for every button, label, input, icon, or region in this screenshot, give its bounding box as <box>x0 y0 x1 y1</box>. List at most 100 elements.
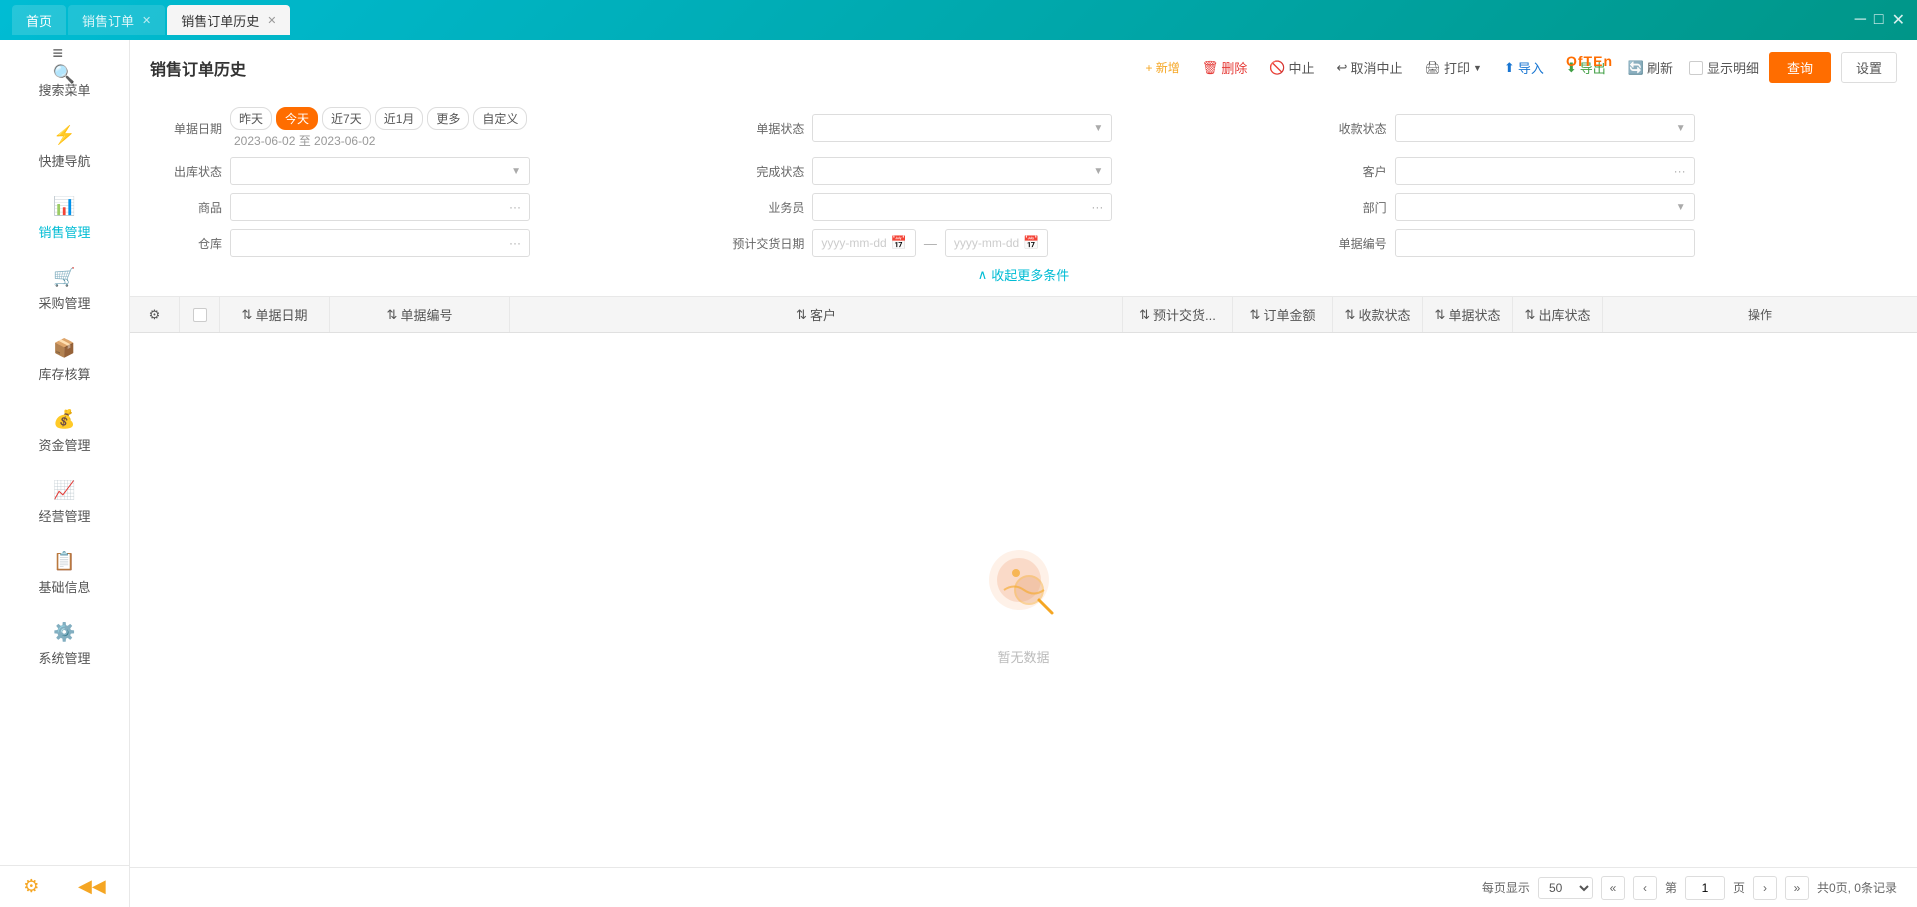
collapse-row[interactable]: ∧ 收起更多条件 <box>150 261 1897 288</box>
page-word-after: 页 <box>1733 879 1745 896</box>
tab-sales-order-close[interactable]: ✕ <box>142 14 151 27</box>
dept-select[interactable]: ▼ <box>1395 193 1695 221</box>
sidebar-item-search-menu-label: 搜索菜单 <box>38 80 90 99</box>
sidebar-collapse-icon[interactable]: ◀◀ <box>78 876 106 897</box>
empty-state: 暂无数据 <box>130 333 1917 867</box>
sidebar-item-finance-mgmt[interactable]: 💰 资金管理 <box>0 395 129 466</box>
goods-input[interactable]: ··· <box>230 193 530 221</box>
tab-sales-order[interactable]: 销售订单 ✕ <box>68 5 165 35</box>
delete-button[interactable]: 🗑 删除 <box>1196 54 1254 81</box>
page-title: 销售订单历史 <box>150 56 246 80</box>
th-date-sort-icon: ⇅ <box>242 307 253 323</box>
th-date[interactable]: ⇅ 单据日期 <box>220 297 330 332</box>
salesman-label: 业务员 <box>732 199 812 216</box>
date-btn-more[interactable]: 更多 <box>427 107 469 130</box>
goods-label: 商品 <box>150 199 230 216</box>
date-btn-7days[interactable]: 近7天 <box>322 107 371 130</box>
tab-home[interactable]: 首页 <box>12 5 66 35</box>
window-min-icon[interactable]: ─ <box>1855 11 1866 29</box>
warehouse-input[interactable]: ··· <box>230 229 530 257</box>
warehouse-ellipsis-icon: ··· <box>509 236 521 250</box>
cancel-stop-button[interactable]: ↩ 取消中止 <box>1331 54 1409 81</box>
refresh-icon: 🔄 <box>1628 60 1644 76</box>
dept-label: 部门 <box>1315 199 1395 216</box>
sidebar-settings-icon[interactable]: ⚙ <box>23 876 39 897</box>
date-btn-custom[interactable]: 自定义 <box>473 107 527 130</box>
receipt-status-label: 收款状态 <box>1315 120 1395 137</box>
first-page-btn[interactable]: « <box>1601 876 1625 900</box>
outbound-status-select[interactable]: ▼ <box>230 157 530 185</box>
delivery-date-end[interactable]: yyyy-mm-dd 📅 <box>945 229 1049 257</box>
display-toggle-checkbox[interactable] <box>1689 61 1703 75</box>
th-amount[interactable]: ⇅ 订单金额 <box>1233 297 1333 332</box>
last-page-btn[interactable]: » <box>1785 876 1809 900</box>
customer-input[interactable]: ··· <box>1395 157 1695 185</box>
th-bill-status-label: 单据状态 <box>1448 305 1500 324</box>
warehouse-cell: 仓库 ··· <box>150 225 732 261</box>
next-page-btn[interactable]: › <box>1753 876 1777 900</box>
th-delivery-status[interactable]: ⇅ 出库状态 <box>1513 297 1603 332</box>
stop-button[interactable]: 🚫 中止 <box>1263 54 1320 81</box>
bill-status-label: 单据状态 <box>732 120 812 137</box>
query-button[interactable]: 查询 <box>1769 52 1831 83</box>
th-date-label: 单据日期 <box>255 305 307 324</box>
dept-cell: 部门 ▼ <box>1315 189 1897 225</box>
complete-status-select[interactable]: ▼ <box>812 157 1112 185</box>
receipt-status-select[interactable]: ▼ <box>1395 114 1695 142</box>
sidebar-item-purchase-mgmt[interactable]: 🛒 采购管理 <box>0 253 129 324</box>
th-payment[interactable]: ⇅ 收款状态 <box>1333 297 1423 332</box>
bill-status-select[interactable]: ▼ <box>812 114 1112 142</box>
sidebar-item-system-mgmt-label: 系统管理 <box>38 648 90 667</box>
new-button[interactable]: + 新增 <box>1139 55 1185 80</box>
select-all-checkbox[interactable] <box>193 308 207 322</box>
th-delivery[interactable]: ⇅ 预计交货... <box>1123 297 1233 332</box>
bill-status-filter-cell: 单据状态 ▼ <box>732 103 1314 153</box>
th-delivery-label: 预计交货... <box>1153 305 1216 324</box>
date-btn-1month[interactable]: 近1月 <box>375 107 424 130</box>
th-action: 操作 <box>1603 297 1917 332</box>
brand-label: OfTEn <box>1566 53 1613 69</box>
sidebar-item-inventory-check[interactable]: 📦 库存核算 <box>0 324 129 395</box>
sidebar-item-basic-info-label: 基础信息 <box>38 577 90 596</box>
th-bill-no[interactable]: ⇅ 单据编号 <box>330 297 510 332</box>
print-button[interactable]: 🖨 打印 ▼ <box>1418 54 1487 81</box>
search-menu-icon: ≡🔍 <box>53 52 77 76</box>
filter-row-1: 单据日期 昨天 今天 近7天 近1月 更多 自定义 2023-06-02 至 2… <box>150 103 1897 153</box>
page-size-select[interactable]: 50 10 20 100 <box>1538 877 1593 899</box>
table-footer: 每页显示 50 10 20 100 « ‹ 第 页 › » 共0页, 0条记录 <box>130 867 1917 907</box>
import-label: 导入 <box>1518 58 1544 77</box>
tab-sales-order-history-close[interactable]: ✕ <box>267 14 276 27</box>
sidebar-item-search-menu[interactable]: ≡🔍 搜索菜单 <box>0 40 129 111</box>
sidebar-item-quick-nav[interactable]: ⚡ 快捷导航 <box>0 111 129 182</box>
th-settings[interactable]: ⚙ <box>130 297 180 332</box>
prev-page-btn[interactable]: ‹ <box>1633 876 1657 900</box>
setting-button[interactable]: 设置 <box>1841 52 1897 83</box>
sidebar-item-system-mgmt[interactable]: ⚙️ 系统管理 <box>0 608 129 679</box>
tab-sales-order-history[interactable]: 销售订单历史 ✕ <box>167 5 290 35</box>
window-close-icon[interactable]: ✕ <box>1892 10 1905 30</box>
sidebar-bottom: ⚙ ◀◀ <box>0 865 129 907</box>
sidebar-item-basic-info[interactable]: 📋 基础信息 <box>0 537 129 608</box>
date-btn-today[interactable]: 今天 <box>276 107 318 130</box>
sidebar-item-ops-mgmt[interactable]: 📈 经营管理 <box>0 466 129 537</box>
display-toggle[interactable]: 显示明细 <box>1689 58 1759 77</box>
sidebar-item-quick-nav-label: 快捷导航 <box>38 151 90 170</box>
delivery-date-start[interactable]: yyyy-mm-dd 📅 <box>812 229 916 257</box>
collapse-up-icon: ∧ <box>978 267 988 283</box>
th-check[interactable] <box>180 297 220 332</box>
date-btn-yesterday[interactable]: 昨天 <box>230 107 272 130</box>
page-number-input[interactable] <box>1685 876 1725 900</box>
bill-status-arrow-icon: ▼ <box>1093 123 1103 134</box>
window-max-icon[interactable]: □ <box>1874 11 1884 29</box>
settings-icon: ⚙ <box>149 307 161 323</box>
import-button[interactable]: ⬆ 导入 <box>1498 54 1550 81</box>
empty-text: 暂无数据 <box>997 647 1049 666</box>
sidebar-item-sales-mgmt[interactable]: 📊 销售管理 <box>0 182 129 253</box>
salesman-input[interactable]: ··· <box>812 193 1112 221</box>
th-bill-status[interactable]: ⇅ 单据状态 <box>1423 297 1513 332</box>
bill-no-input[interactable] <box>1395 229 1695 257</box>
date-btn-group: 昨天 今天 近7天 近1月 更多 自定义 <box>230 107 527 130</box>
refresh-button[interactable]: 🔄 刷新 <box>1622 54 1679 81</box>
th-customer[interactable]: ⇅ 客户 <box>510 297 1123 332</box>
table-area: ⚙ ⇅ 单据日期 ⇅ 单据编号 ⇅ 客户 ⇅ <box>130 297 1917 867</box>
